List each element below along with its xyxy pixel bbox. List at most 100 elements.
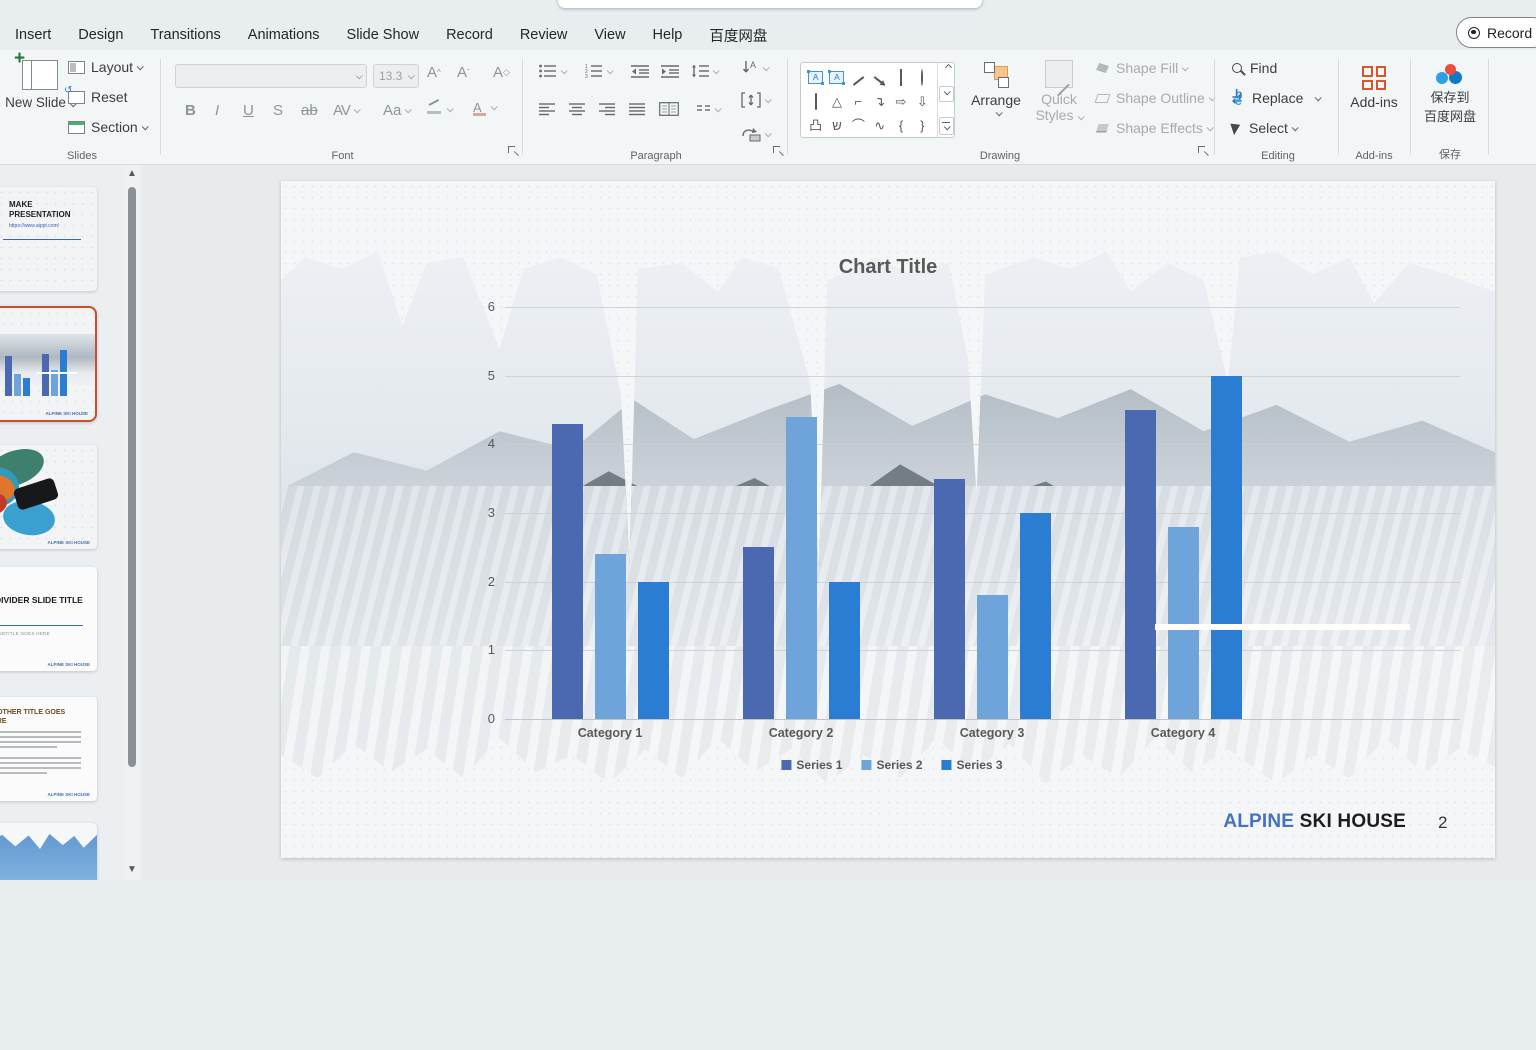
decrease-indent-button[interactable] bbox=[631, 64, 649, 78]
bar-series1-cat2[interactable] bbox=[743, 547, 774, 719]
change-case-button[interactable]: Aa bbox=[383, 102, 410, 119]
chart-title[interactable]: Chart Title bbox=[839, 256, 938, 279]
increase-indent-button[interactable] bbox=[661, 64, 679, 78]
search-input[interactable] bbox=[558, 0, 982, 8]
character-spacing-button[interactable]: AV bbox=[333, 102, 359, 119]
shape-fill-button[interactable]: Shape Fill bbox=[1096, 60, 1187, 76]
right-brace-shape-icon[interactable]: } bbox=[920, 119, 924, 132]
menu-tab-animations[interactable]: Animations bbox=[248, 27, 320, 43]
convert-smartart-button[interactable] bbox=[741, 126, 770, 142]
reset-button[interactable]: Reset bbox=[68, 89, 128, 105]
strikethrough-button[interactable]: ab bbox=[301, 102, 318, 119]
arrange-button[interactable]: Arrange bbox=[968, 62, 1024, 116]
menu-tab-review[interactable]: Review bbox=[520, 27, 568, 43]
bar-series1-cat4[interactable] bbox=[1125, 410, 1156, 719]
bold-button[interactable]: B bbox=[185, 102, 196, 119]
line-spacing-button[interactable] bbox=[691, 64, 718, 78]
bar-series3-cat3[interactable] bbox=[1020, 513, 1051, 719]
left-brace-shape-icon[interactable]: { bbox=[899, 119, 903, 132]
add-remove-columns-button[interactable] bbox=[697, 104, 720, 114]
curve-shape-icon[interactable]: ∿ bbox=[874, 119, 885, 132]
record-button[interactable]: Record bbox=[1456, 17, 1536, 48]
align-right-button[interactable] bbox=[599, 102, 615, 116]
bar-series1-cat3[interactable] bbox=[934, 479, 965, 719]
underline-button[interactable]: U bbox=[243, 102, 254, 119]
line-shape-icon[interactable] bbox=[853, 76, 864, 85]
addins-button[interactable]: Add-ins bbox=[1346, 66, 1402, 110]
text-shadow-button[interactable]: S bbox=[273, 102, 283, 119]
triangle-shape-icon[interactable]: △ bbox=[832, 95, 842, 108]
slide-thumbnail-4[interactable]: DIVIDER SLIDE TITLE SUBTITLE GOES HERE A… bbox=[0, 567, 97, 671]
quick-styles-button[interactable]: Quick Styles bbox=[1030, 60, 1088, 123]
scroll-down-icon[interactable]: ▼ bbox=[124, 864, 140, 875]
clear-formatting-button[interactable]: A◇ bbox=[493, 64, 510, 81]
section-button[interactable]: Section bbox=[68, 119, 147, 135]
menu-tab-insert[interactable]: Insert bbox=[15, 27, 51, 43]
replace-button[interactable]: ⇄ Replace bbox=[1232, 90, 1320, 106]
shapes-scroll-up-icon[interactable] bbox=[944, 64, 951, 71]
chart-legend[interactable]: Series 1Series 2Series 3 bbox=[781, 758, 1002, 772]
down-arrow-shape-icon[interactable]: ⇩ bbox=[917, 95, 928, 108]
menu-tab-slide-show[interactable]: Slide Show bbox=[347, 27, 420, 43]
rectangle-shape-icon[interactable] bbox=[900, 69, 902, 86]
find-button[interactable]: Find bbox=[1232, 60, 1277, 76]
align-text-button[interactable] bbox=[741, 92, 770, 108]
new-slide-button[interactable]: New Slide bbox=[14, 60, 66, 112]
numbering-button[interactable]: 123 bbox=[585, 64, 612, 78]
shape-outline-button[interactable]: Shape Outline bbox=[1096, 90, 1214, 106]
grow-font-button[interactable]: A^ bbox=[427, 64, 441, 81]
textbox-icon[interactable]: A bbox=[808, 71, 823, 84]
highlight-color-button[interactable] bbox=[427, 104, 452, 114]
freeform-shape-icon[interactable]: 凸 bbox=[809, 119, 822, 132]
arc-shape-icon[interactable]: ⌒ bbox=[852, 119, 865, 132]
bar-series3-cat4[interactable] bbox=[1211, 376, 1242, 719]
slide-thumbnail-5[interactable]: ANOTHER TITLE GOES HERE ALPINE SKI HOUSE bbox=[0, 697, 97, 801]
font-name-select[interactable] bbox=[175, 64, 367, 88]
arrow-line-shape-icon[interactable] bbox=[874, 76, 885, 85]
text-direction-button[interactable]: A bbox=[741, 60, 768, 76]
save-to-baidu-button[interactable]: 保存到 百度网盘 bbox=[1418, 64, 1482, 125]
font-size-select[interactable]: 13.3 bbox=[373, 64, 419, 88]
bar-series1-cat1[interactable] bbox=[552, 424, 583, 719]
slide-thumbnail-1[interactable]: MAKE PRESENTATION https://www.aippt.com/ bbox=[0, 187, 97, 291]
shrink-font-button[interactable]: Aˇ bbox=[457, 64, 470, 81]
right-arrow-shape-icon[interactable]: ⇨ bbox=[896, 95, 907, 108]
bar-series2-cat4[interactable] bbox=[1168, 527, 1199, 719]
slide-thumbnail-6[interactable] bbox=[0, 823, 97, 880]
elbow-arrow-shape-icon[interactable]: ↴ bbox=[874, 95, 885, 108]
scribble-shape-icon[interactable]: ש bbox=[832, 119, 842, 132]
font-color-button[interactable]: A bbox=[473, 100, 496, 114]
menu-tab-help[interactable]: Help bbox=[653, 27, 683, 43]
bullets-button[interactable] bbox=[539, 64, 566, 78]
columns-button[interactable] bbox=[659, 102, 679, 116]
bar-series3-cat1[interactable] bbox=[638, 582, 669, 719]
bar-series2-cat3[interactable] bbox=[977, 595, 1008, 719]
scrollbar-thumb[interactable] bbox=[128, 187, 136, 767]
layout-button[interactable]: Layout bbox=[68, 59, 142, 75]
slide-thumbnail-2-selected[interactable]: ALPINE SKI HOUSE bbox=[0, 306, 97, 422]
scroll-up-icon[interactable]: ▲ bbox=[124, 168, 140, 179]
menu-tab-record[interactable]: Record bbox=[446, 27, 493, 43]
italic-button[interactable]: I bbox=[215, 102, 219, 119]
menu-tab-view[interactable]: View bbox=[594, 27, 625, 43]
textbox-horizontal-icon[interactable]: A bbox=[829, 71, 844, 84]
justify-button[interactable] bbox=[629, 102, 645, 116]
shapes-more-button[interactable] bbox=[939, 117, 954, 135]
menu-tab-transitions[interactable]: Transitions bbox=[150, 27, 220, 43]
slide-thumbnail-3[interactable]: ALPINE SKI HOUSE bbox=[0, 445, 97, 549]
align-left-button[interactable] bbox=[539, 102, 555, 116]
slide-canvas[interactable]: Chart Title 0123456Category 1Category 2C… bbox=[281, 181, 1495, 858]
thumbnail-scrollbar[interactable]: ▲ ▼ bbox=[124, 165, 140, 880]
shape-effects-button[interactable]: Shape Effects bbox=[1096, 120, 1212, 136]
bar-series3-cat2[interactable] bbox=[829, 582, 860, 719]
oval-shape-icon[interactable] bbox=[921, 69, 923, 86]
menu-tab-百度网盘[interactable]: 百度网盘 bbox=[709, 25, 767, 46]
shape-gallery[interactable]: A A △ ⌐ ↴ ⇨ ⇩ 凸 ש ⌒ ∿ { } bbox=[800, 62, 955, 138]
menu-tab-design[interactable]: Design bbox=[78, 27, 123, 43]
bar-chart[interactable]: Chart Title 0123456Category 1Category 2C… bbox=[281, 181, 1495, 858]
bar-series2-cat2[interactable] bbox=[786, 417, 817, 719]
select-button[interactable]: Select bbox=[1232, 120, 1297, 136]
bar-series2-cat1[interactable] bbox=[595, 554, 626, 719]
align-center-button[interactable] bbox=[569, 102, 585, 116]
rounded-rectangle-shape-icon[interactable] bbox=[815, 93, 817, 110]
